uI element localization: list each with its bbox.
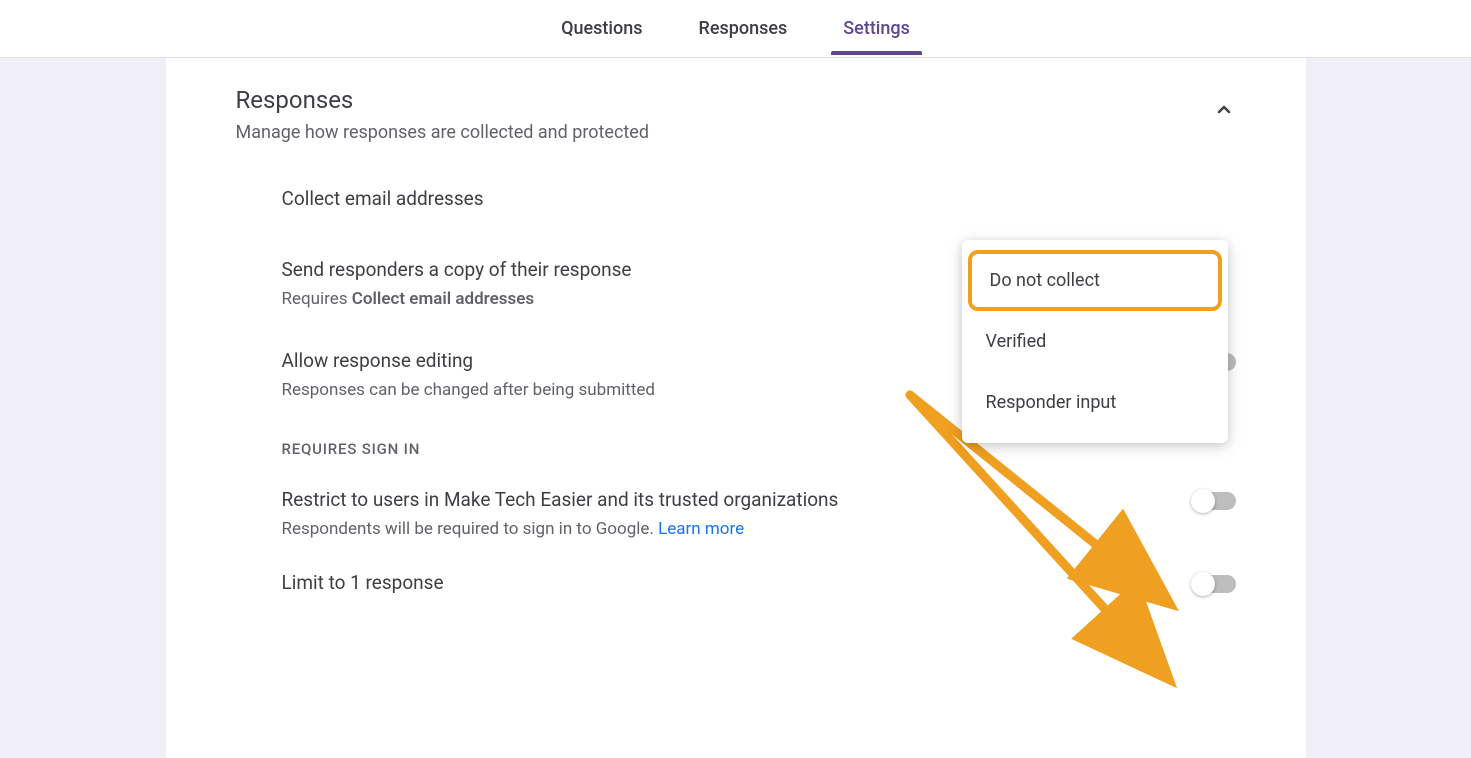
help-prefix: Respondents will be required to sign in …	[282, 519, 659, 539]
setting-text: Allow response editing Responses can be …	[282, 349, 655, 400]
setting-text: Limit to 1 response	[282, 571, 444, 602]
section-subtitle: Manage how responses are collected and p…	[236, 122, 649, 143]
setting-limit: Limit to 1 response	[282, 571, 1236, 602]
setting-label: Send responders a copy of their response	[282, 258, 632, 281]
setting-collect-email: Collect email addresses	[282, 187, 1236, 218]
setting-help: Requires Collect email addresses	[282, 289, 632, 309]
section-header: Responses Manage how responses are colle…	[236, 86, 1236, 143]
section-title: Responses	[236, 86, 649, 114]
setting-text: Collect email addresses	[282, 187, 484, 218]
setting-label: Limit to 1 response	[282, 571, 444, 594]
setting-restrict: Restrict to users in Make Tech Easier an…	[282, 488, 1236, 539]
help-prefix: Requires	[282, 289, 352, 309]
section-header-text: Responses Manage how responses are colle…	[236, 86, 649, 143]
setting-label: Collect email addresses	[282, 187, 484, 210]
toggle-limit[interactable]	[1194, 575, 1236, 593]
setting-label: Restrict to users in Make Tech Easier an…	[282, 488, 839, 511]
tab-responses[interactable]: Responses	[695, 2, 792, 55]
dropdown-item-verified[interactable]: Verified	[962, 311, 1228, 372]
tab-settings[interactable]: Settings	[839, 2, 914, 55]
setting-label: Allow response editing	[282, 349, 655, 372]
learn-more-link[interactable]: Learn more	[658, 519, 744, 539]
collect-email-dropdown: Do not collect Verified Responder input	[962, 240, 1228, 443]
chevron-up-icon[interactable]	[1212, 98, 1236, 126]
help-bold: Collect email addresses	[352, 289, 534, 309]
dropdown-item-do-not-collect[interactable]: Do not collect	[968, 250, 1222, 311]
settings-card: Responses Manage how responses are colle…	[166, 58, 1306, 758]
tab-questions[interactable]: Questions	[557, 2, 646, 55]
setting-help: Responses can be changed after being sub…	[282, 380, 655, 400]
setting-text: Restrict to users in Make Tech Easier an…	[282, 488, 839, 539]
dropdown-item-responder-input[interactable]: Responder input	[962, 372, 1228, 433]
setting-text: Send responders a copy of their response…	[282, 258, 632, 309]
setting-help: Respondents will be required to sign in …	[282, 519, 839, 539]
tabs-bar: Questions Responses Settings	[0, 0, 1471, 58]
toggle-restrict[interactable]	[1194, 492, 1236, 510]
